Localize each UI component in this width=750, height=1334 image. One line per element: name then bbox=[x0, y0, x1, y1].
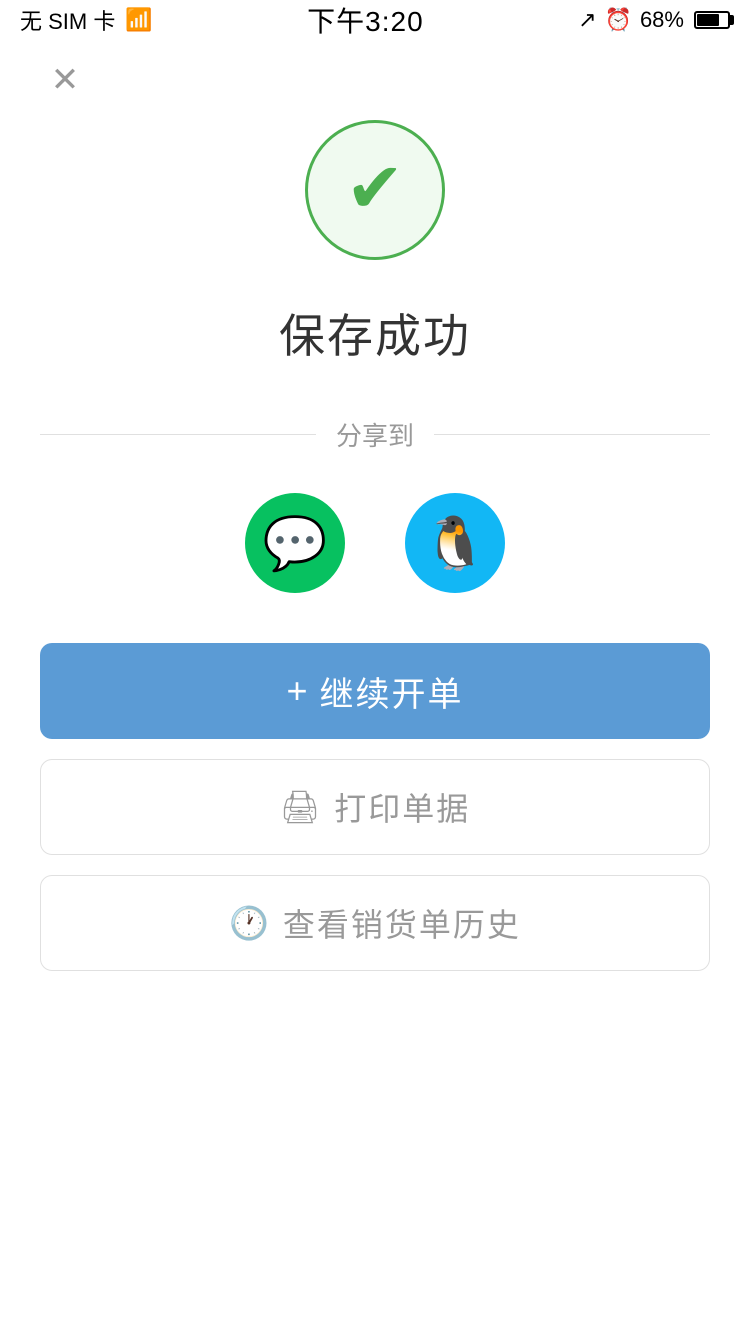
wechat-share-button[interactable]: 💬 bbox=[245, 493, 345, 593]
success-title: 保存成功 bbox=[279, 300, 471, 366]
status-time: 下午3:20 bbox=[307, 0, 424, 40]
continue-button-label: 继续开单 bbox=[320, 667, 464, 716]
action-buttons: + 继续开单 🖨 打印单据 🕐 查看销货单历史 bbox=[0, 643, 750, 971]
divider-left bbox=[40, 434, 316, 435]
continue-button[interactable]: + 继续开单 bbox=[40, 643, 710, 739]
share-section: 分享到 💬 🐧 bbox=[0, 416, 750, 593]
wifi-icon: 📶 bbox=[125, 7, 152, 33]
main-content: ✔ 保存成功 分享到 💬 🐧 + 继续开单 🖨 bbox=[0, 40, 750, 971]
qq-share-button[interactable]: 🐧 bbox=[405, 493, 505, 593]
qq-icon: 🐧 bbox=[423, 513, 488, 574]
print-button-label: 打印单据 bbox=[334, 784, 470, 830]
battery-icon bbox=[694, 11, 730, 29]
battery-percent: 68% bbox=[640, 7, 684, 33]
wechat-icon: 💬 bbox=[263, 513, 328, 574]
share-icons: 💬 🐧 bbox=[40, 493, 710, 593]
close-button[interactable]: ✕ bbox=[40, 55, 90, 105]
print-icon: 🖨 bbox=[280, 788, 321, 826]
history-button-label: 查看销货单历史 bbox=[283, 900, 521, 946]
print-button[interactable]: 🖨 打印单据 bbox=[40, 759, 710, 855]
status-right: ↗ ⏰ 68% bbox=[578, 7, 730, 33]
success-circle: ✔ bbox=[305, 120, 445, 260]
share-label: 分享到 bbox=[316, 416, 434, 453]
alarm-icon: ⏰ bbox=[605, 7, 632, 33]
close-icon: ✕ bbox=[51, 63, 80, 97]
plus-icon: + bbox=[286, 670, 307, 712]
divider-right bbox=[434, 434, 710, 435]
no-sim-text: 无 SIM 卡 bbox=[20, 4, 115, 36]
history-icon: 🕐 bbox=[229, 904, 269, 942]
status-bar: 无 SIM 卡 📶 下午3:20 ↗ ⏰ 68% bbox=[0, 0, 750, 40]
status-left: 无 SIM 卡 📶 bbox=[20, 4, 153, 36]
share-divider: 分享到 bbox=[40, 416, 710, 453]
checkmark-icon: ✔ bbox=[346, 153, 405, 223]
history-button[interactable]: 🕐 查看销货单历史 bbox=[40, 875, 710, 971]
location-icon: ↗ bbox=[578, 7, 596, 33]
